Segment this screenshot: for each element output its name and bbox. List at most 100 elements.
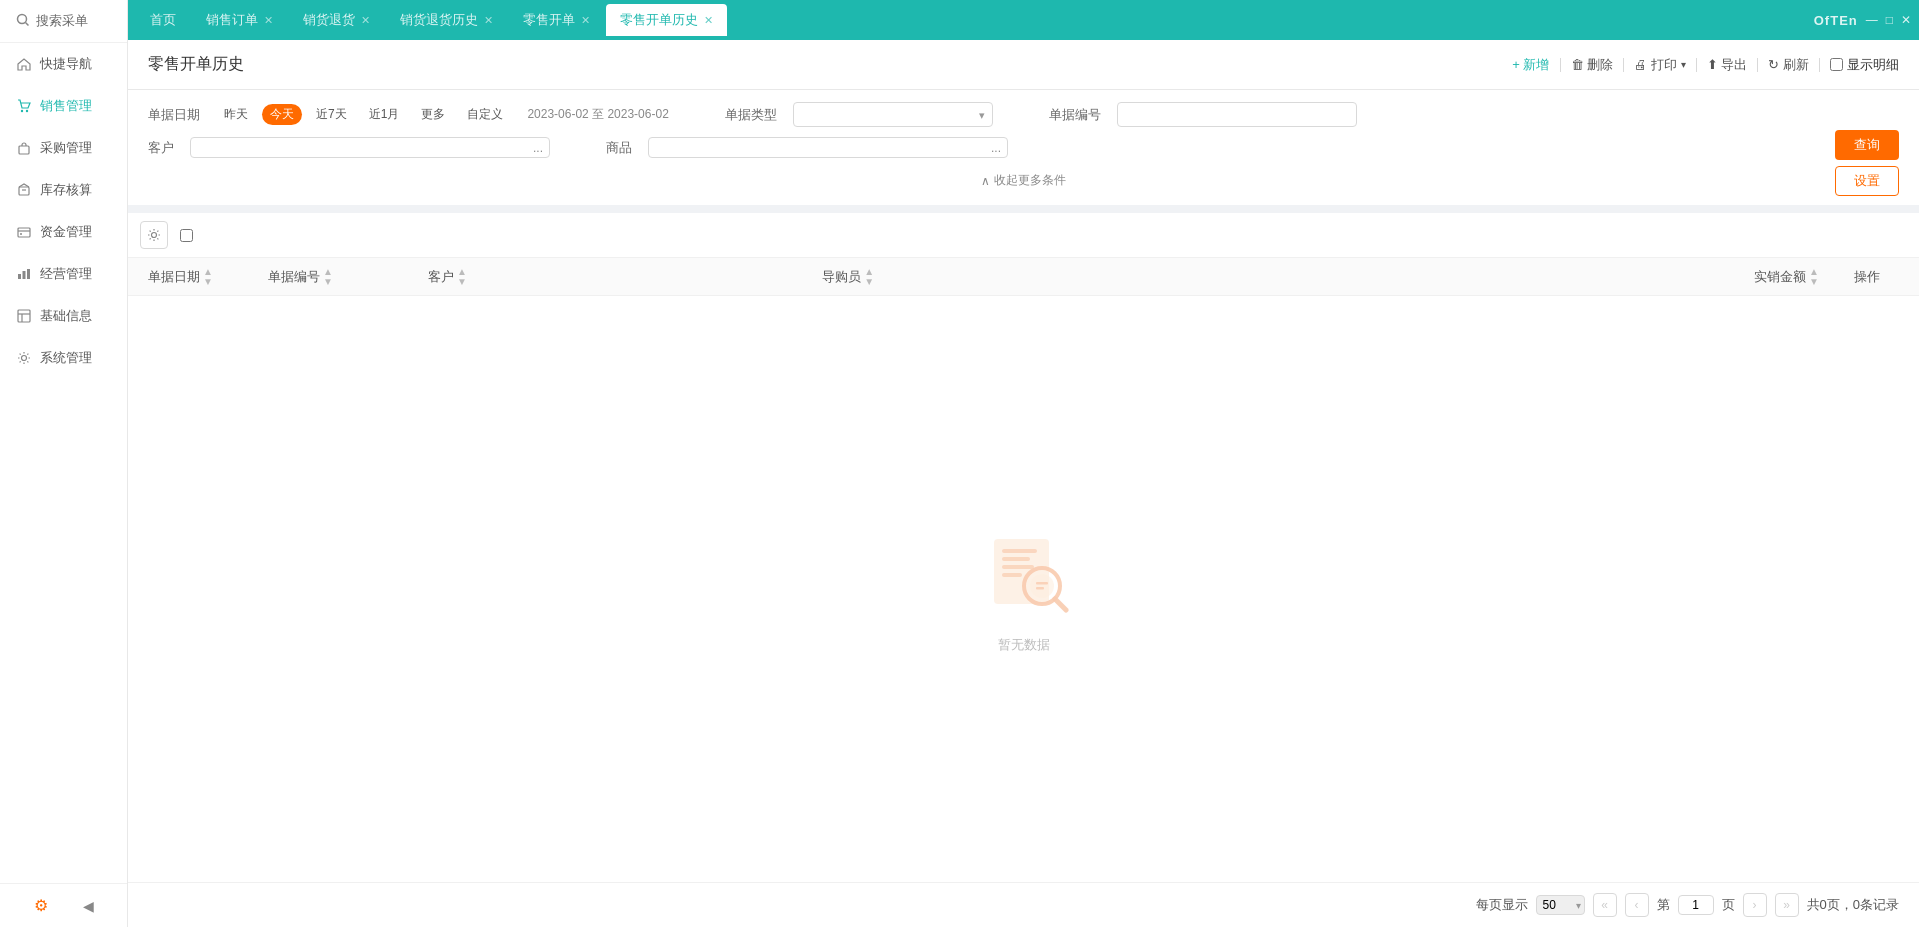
- page-first-btn[interactable]: «: [1593, 893, 1617, 917]
- th-amount[interactable]: 实销金额 ▲▼: [1707, 267, 1827, 287]
- collapse-sidebar-icon[interactable]: ◀: [83, 898, 94, 914]
- sidebar-item-purchase-mgmt[interactable]: 采购管理: [0, 127, 127, 169]
- date-btn-custom[interactable]: 自定义: [459, 104, 511, 125]
- delete-button[interactable]: 🗑 删除: [1571, 56, 1614, 74]
- goods-filter-input[interactable]: [655, 140, 987, 155]
- top-nav: 首页 销售订单 ✕ 销货退货 ✕ 销货退货历史 ✕ 零售开单 ✕ 零售开单历史 …: [128, 0, 1919, 40]
- svg-rect-21: [1002, 565, 1034, 569]
- th-guide-label: 导购员: [822, 268, 861, 286]
- settings-button[interactable]: 设置: [1835, 166, 1899, 196]
- sidebar-item-label: 库存核算: [40, 181, 92, 199]
- query-button[interactable]: 查询: [1835, 130, 1899, 160]
- sidebar-item-inventory[interactable]: 库存核算: [0, 169, 127, 211]
- svg-line-25: [1055, 599, 1066, 610]
- sidebar-search[interactable]: 搜索采单: [0, 0, 127, 43]
- sidebar-item-finance[interactable]: 资金管理: [0, 211, 127, 253]
- num-filter-input[interactable]: [1117, 102, 1357, 127]
- svg-point-17: [152, 233, 157, 238]
- sidebar-item-label: 系统管理: [40, 349, 92, 367]
- table-settings-button[interactable]: [140, 221, 168, 249]
- tab-retail-open[interactable]: 零售开单 ✕: [509, 4, 604, 36]
- refresh-button[interactable]: ↻ 刷新: [1768, 56, 1809, 74]
- sidebar-item-basic-info[interactable]: 基础信息: [0, 295, 127, 337]
- svg-line-1: [26, 22, 29, 25]
- sidebar-item-sales-mgmt[interactable]: 销售管理: [0, 85, 127, 127]
- tab-sales-order-close[interactable]: ✕: [264, 14, 273, 27]
- type-select[interactable]: [793, 102, 993, 127]
- tab-retail-history-label: 零售开单历史: [620, 11, 698, 29]
- customer-filter-input[interactable]: [197, 140, 529, 155]
- th-customer[interactable]: 客户 ▲▼: [420, 267, 814, 287]
- date-options: 昨天 今天 近7天 近1月 更多 自定义: [216, 104, 511, 125]
- sidebar-item-label: 采购管理: [40, 139, 92, 157]
- sidebar-bottom: ⚙ ◀: [0, 883, 127, 927]
- main-content: 首页 销售订单 ✕ 销货退货 ✕ 销货退货历史 ✕ 零售开单 ✕ 零售开单历史 …: [128, 0, 1919, 927]
- settings-icon[interactable]: ⚙: [34, 896, 48, 915]
- collapse-label: 收起更多条件: [994, 172, 1066, 189]
- tab-sales-return-label: 销货退货: [303, 11, 355, 29]
- filter-row-2: 客户 ... 商品 ...: [148, 137, 1899, 158]
- page-next-btn[interactable]: ›: [1743, 893, 1767, 917]
- cart-icon: [16, 98, 32, 114]
- tab-sales-return-history[interactable]: 销货退货历史 ✕: [386, 4, 507, 36]
- svg-rect-11: [23, 271, 26, 279]
- window-min-btn[interactable]: —: [1866, 13, 1878, 27]
- th-ops-label: 操作: [1854, 268, 1880, 286]
- tab-retail-open-close[interactable]: ✕: [581, 14, 590, 27]
- page-last-btn[interactable]: »: [1775, 893, 1799, 917]
- sidebar-item-label: 资金管理: [40, 223, 92, 241]
- svg-rect-22: [1002, 573, 1022, 577]
- display-detail-toggle[interactable]: 显示明细: [1830, 56, 1899, 74]
- date-btn-7days[interactable]: 近7天: [308, 104, 355, 125]
- date-btn-yesterday[interactable]: 昨天: [216, 104, 256, 125]
- date-btn-more[interactable]: 更多: [413, 104, 453, 125]
- tab-sales-return-history-close[interactable]: ✕: [484, 14, 493, 27]
- customer-ellipsis-btn[interactable]: ...: [533, 141, 543, 155]
- export-button[interactable]: ⬆ 导出: [1707, 56, 1748, 74]
- th-num[interactable]: 单据编号 ▲▼: [260, 267, 420, 287]
- page-title: 零售开单历史: [148, 54, 244, 89]
- display-detail-checkbox[interactable]: [1830, 58, 1843, 71]
- window-max-btn[interactable]: □: [1886, 13, 1893, 27]
- customer-filter-label: 客户: [148, 139, 174, 157]
- page-number-input[interactable]: [1678, 895, 1714, 915]
- sidebar-item-sys-mgmt[interactable]: 系统管理: [0, 337, 127, 379]
- date-btn-today[interactable]: 今天: [262, 104, 302, 125]
- tab-home[interactable]: 首页: [136, 4, 190, 36]
- search-icon: [16, 13, 30, 30]
- divider3: [1696, 58, 1697, 72]
- th-num-label: 单据编号: [268, 268, 320, 286]
- total-info: 共0页，0条记录: [1807, 896, 1899, 914]
- collapse-filter-btn[interactable]: ∧ 收起更多条件: [148, 168, 1899, 193]
- tab-retail-history[interactable]: 零售开单历史 ✕: [606, 4, 727, 36]
- svg-rect-4: [19, 146, 29, 154]
- goods-ellipsis-btn[interactable]: ...: [991, 141, 1001, 155]
- svg-point-24: [1030, 574, 1054, 598]
- print-button[interactable]: 🖨 打印 ▾: [1634, 56, 1686, 74]
- tab-sales-order-label: 销售订单: [206, 11, 258, 29]
- sidebar-item-ops-mgmt[interactable]: 经营管理: [0, 253, 127, 295]
- window-close-btn[interactable]: ✕: [1901, 13, 1911, 27]
- tab-sales-order[interactable]: 销售订单 ✕: [192, 4, 287, 36]
- content-area: 零售开单历史 + 新增 🗑 删除 🖨 打印 ▾ ⬆ 导出 ↻ 刷新 显示明细: [128, 40, 1919, 927]
- page-label: 页: [1722, 896, 1735, 914]
- th-date[interactable]: 单据日期 ▲▼: [140, 267, 260, 287]
- date-btn-1month[interactable]: 近1月: [361, 104, 408, 125]
- page-size-select[interactable]: 50 10 20 100: [1536, 895, 1585, 915]
- svg-rect-13: [18, 310, 30, 322]
- sidebar-item-label: 快捷导航: [40, 55, 92, 73]
- add-button[interactable]: + 新增: [1512, 56, 1549, 74]
- tab-retail-history-close[interactable]: ✕: [704, 14, 713, 27]
- tab-sales-return-close[interactable]: ✕: [361, 14, 370, 27]
- svg-rect-27: [1036, 587, 1044, 590]
- th-guide[interactable]: 导购员 ▲▼: [814, 267, 934, 287]
- page-size-select-wrap: 50 10 20 100 ▾: [1536, 895, 1585, 915]
- sidebar-item-quick-nav[interactable]: 快捷导航: [0, 43, 127, 85]
- svg-rect-12: [27, 269, 30, 279]
- page-prev-btn[interactable]: ‹: [1625, 893, 1649, 917]
- select-all-checkbox[interactable]: [180, 229, 193, 242]
- sidebar-item-label: 经营管理: [40, 265, 92, 283]
- svg-point-3: [26, 110, 28, 112]
- th-customer-sort: ▲▼: [457, 267, 467, 287]
- tab-sales-return[interactable]: 销货退货 ✕: [289, 4, 384, 36]
